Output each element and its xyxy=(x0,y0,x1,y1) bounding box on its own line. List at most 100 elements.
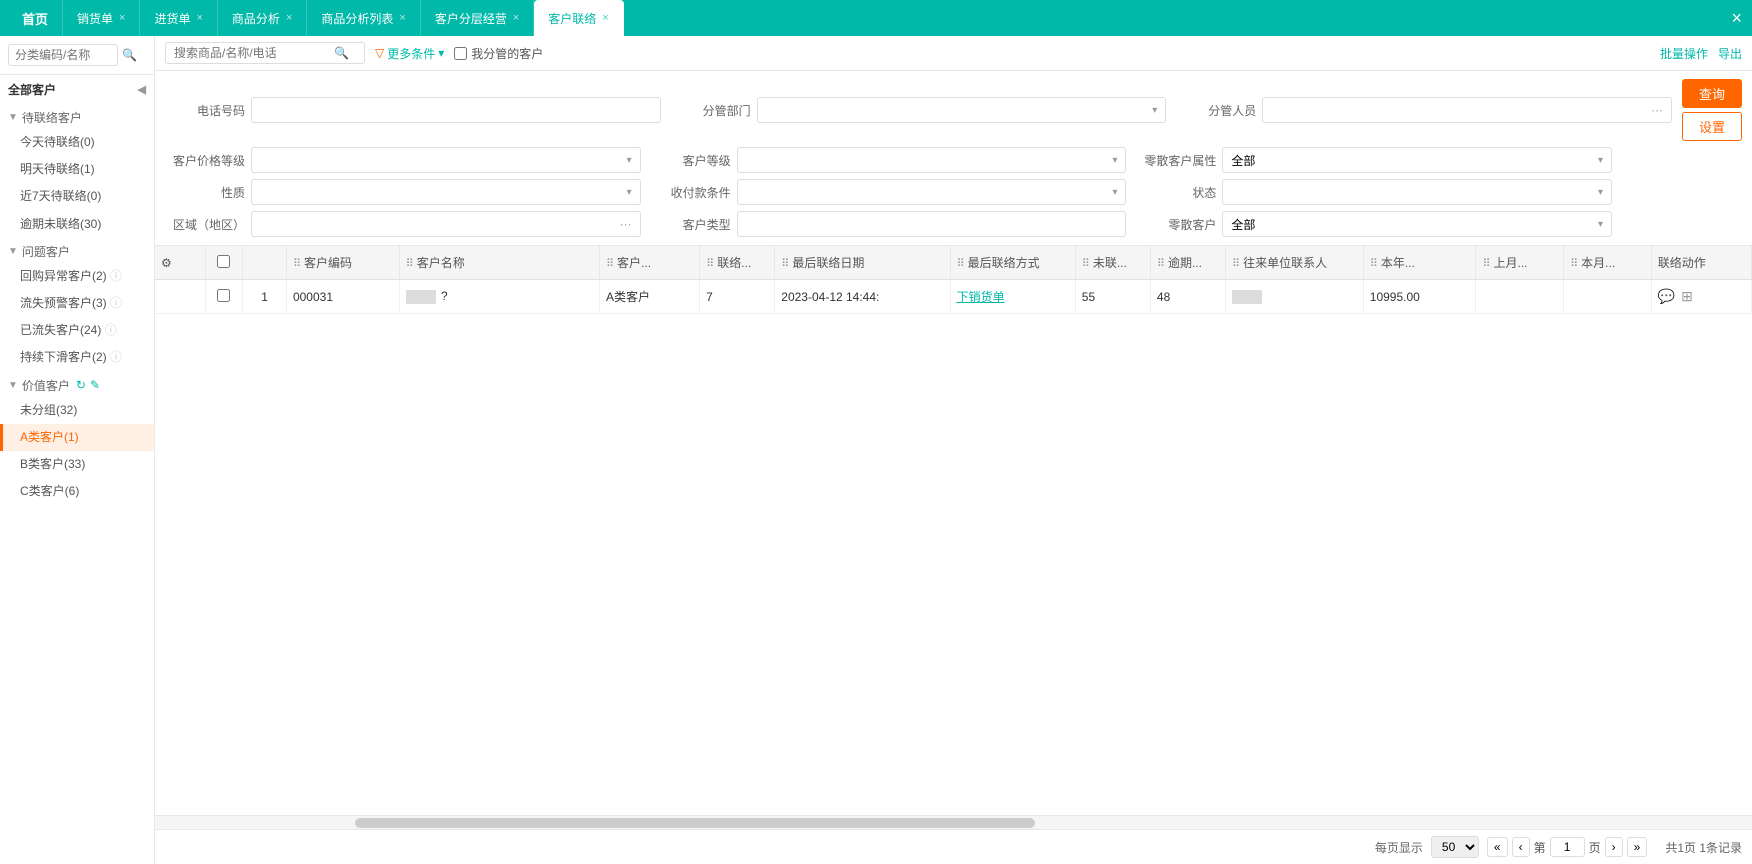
retail-attr-label: 零散客户属性 xyxy=(1136,152,1216,169)
close-icon[interactable]: × xyxy=(513,12,519,24)
sort-icon[interactable]: ⠿ xyxy=(706,258,714,270)
sort-icon[interactable]: ⠿ xyxy=(1157,258,1165,270)
settings-icon[interactable]: ⚙ xyxy=(161,256,172,270)
close-icon[interactable]: × xyxy=(602,12,608,24)
col-last-month: ⠿上月... xyxy=(1476,246,1564,280)
last-page-button[interactable]: » xyxy=(1627,837,1648,857)
my-customer-filter[interactable]: 我分管的客户 xyxy=(454,45,543,62)
sidebar-item-tomorrow[interactable]: 明天待联络(1) xyxy=(0,156,154,183)
close-icon[interactable]: × xyxy=(286,12,292,24)
customer-level-select[interactable]: ▾ xyxy=(737,147,1127,173)
sidebar-item-class-c[interactable]: C类客户(6) xyxy=(0,478,154,505)
status-select[interactable]: ▾ xyxy=(1222,179,1612,205)
retail-attr-select[interactable]: 全部 ▾ xyxy=(1222,147,1612,173)
search-icon[interactable]: 🔍 xyxy=(122,48,137,62)
sidebar-group-value[interactable]: ▼ 价值客户 ↻ ✎ xyxy=(0,372,154,397)
sort-icon[interactable]: ⠿ xyxy=(406,258,414,270)
region-select[interactable]: ··· xyxy=(251,211,641,237)
nav-tab-customer-contact[interactable]: 客户联络 × xyxy=(534,0,623,36)
sidebar-group-problem[interactable]: ▼ 问题客户 xyxy=(0,238,154,263)
next-page-button[interactable]: › xyxy=(1605,837,1623,857)
customer-level-label: 客户等级 xyxy=(651,152,731,169)
sidebar-item-overdue[interactable]: 逾期未联络(30) xyxy=(0,211,154,238)
sort-icon[interactable]: ⠿ xyxy=(781,258,789,270)
sort-icon[interactable]: ⠿ xyxy=(957,258,965,270)
collapse-icon[interactable]: ◀ xyxy=(138,83,146,96)
sidebar-item-declining[interactable]: 持续下滑客户(2) ⓘ xyxy=(0,344,154,371)
col-last-method: ⠿最后联络方式 xyxy=(950,246,1075,280)
close-all-button[interactable]: × xyxy=(1731,8,1742,29)
sort-icon[interactable]: ⠿ xyxy=(606,258,614,270)
col-no-contact: ⠿未联... xyxy=(1075,246,1150,280)
my-customer-checkbox[interactable] xyxy=(454,47,467,60)
last-method-link[interactable]: 下销货单 xyxy=(957,290,1005,304)
cell-checkbox[interactable] xyxy=(205,280,243,314)
col-name: ⠿客户名称 xyxy=(399,246,599,280)
edit-icon[interactable]: ✎ xyxy=(90,378,100,392)
sidebar-item-7days[interactable]: 近7天待联络(0) xyxy=(0,183,154,210)
customer-type-select[interactable] xyxy=(737,211,1127,237)
price-level-select[interactable]: ▾ xyxy=(251,147,641,173)
first-page-button[interactable]: « xyxy=(1487,837,1508,857)
sidebar-item-class-a[interactable]: A类客户(1) xyxy=(0,424,154,451)
nav-tab-sales[interactable]: 销货单 × xyxy=(63,0,140,36)
sidebar-item-repurchase-abnormal[interactable]: 回购异常客户(2) ⓘ xyxy=(0,263,154,290)
scroll-thumb[interactable] xyxy=(355,818,1035,828)
nav-tab-home[interactable]: 首页 xyxy=(8,0,63,36)
close-icon[interactable]: × xyxy=(119,12,125,24)
col-checkbox[interactable] xyxy=(205,246,243,280)
sort-icon[interactable]: ⠿ xyxy=(1370,258,1378,270)
settings-button[interactable]: 设置 xyxy=(1682,112,1742,141)
close-icon[interactable]: × xyxy=(196,12,202,24)
more-conditions-button[interactable]: ▽ 更多条件 ▾ xyxy=(375,45,444,62)
nav-tab-purchase[interactable]: 进货单 × xyxy=(140,0,217,36)
grid-action-icon[interactable]: ⊞ xyxy=(1681,288,1693,305)
sort-icon[interactable]: ⠿ xyxy=(1082,258,1090,270)
retail-customer-select[interactable]: 全部 ▾ xyxy=(1222,211,1612,237)
sidebar-item-churned[interactable]: 已流失客户(24) ⓘ xyxy=(0,317,154,344)
all-customers-header[interactable]: 全部客户 ◀ xyxy=(0,75,154,104)
name-text[interactable]: ? xyxy=(441,289,448,303)
nature-select[interactable]: ▾ xyxy=(251,179,641,205)
export-button[interactable]: 导出 xyxy=(1718,45,1742,62)
prev-page-button[interactable]: ‹ xyxy=(1512,837,1530,857)
sidebar-item-today[interactable]: 今天待联络(0) xyxy=(0,129,154,156)
sort-icon[interactable]: ⠿ xyxy=(1570,258,1578,270)
sidebar-group-pending[interactable]: ▼ 待联络客户 xyxy=(0,104,154,129)
refresh-icon[interactable]: ↻ xyxy=(76,378,86,392)
total-text: 共1页 1条记录 xyxy=(1665,839,1742,856)
nav-tab-product-list[interactable]: 商品分析列表 × xyxy=(307,0,420,36)
nav-tab-customer-tier[interactable]: 客户分层经营 × xyxy=(421,0,534,36)
query-button[interactable]: 查询 xyxy=(1682,79,1742,108)
page-input[interactable] xyxy=(1550,837,1585,857)
phone-input[interactable] xyxy=(251,97,661,123)
filter-dept: 分管部门 ▾ xyxy=(671,97,1167,123)
cell-current-year: 10995.00 xyxy=(1363,280,1476,314)
search-icon[interactable]: 🔍 xyxy=(334,46,349,60)
sort-icon[interactable]: ⠿ xyxy=(293,258,301,270)
all-customers-label: 全部客户 xyxy=(8,81,56,98)
per-page-select[interactable]: 50 xyxy=(1431,836,1479,858)
payment-select[interactable]: ▾ xyxy=(737,179,1127,205)
close-icon[interactable]: × xyxy=(399,12,405,24)
sidebar-search-input[interactable] xyxy=(8,44,118,66)
horizontal-scrollbar[interactable] xyxy=(155,815,1752,829)
nav-tab-product-analysis[interactable]: 商品分析 × xyxy=(218,0,307,36)
sidebar-item-churn-warning[interactable]: 流失预警客户(3) ⓘ xyxy=(0,290,154,317)
dept-select[interactable]: ▾ xyxy=(757,97,1167,123)
select-all-checkbox[interactable] xyxy=(217,255,230,268)
batch-op-button[interactable]: 批量操作 xyxy=(1660,45,1708,62)
cell-name: ? xyxy=(399,280,599,314)
sort-icon[interactable]: ⠿ xyxy=(1232,258,1240,270)
cell-last-method[interactable]: 下销货单 xyxy=(950,280,1075,314)
main-search-input[interactable] xyxy=(174,46,334,60)
manager-select[interactable]: ··· xyxy=(1262,97,1672,123)
row-checkbox[interactable] xyxy=(217,289,230,302)
per-page-label: 每页显示 xyxy=(1375,839,1423,856)
message-icon[interactable]: 💬 xyxy=(1658,288,1675,305)
sort-icon[interactable]: ⠿ xyxy=(1482,258,1490,270)
sidebar-item-class-b[interactable]: B类客户(33) xyxy=(0,451,154,478)
sidebar-item-unclassified[interactable]: 未分组(32) xyxy=(0,397,154,424)
col-settings[interactable]: ⚙ xyxy=(155,246,205,280)
filter-nature: 性质 ▾ xyxy=(165,179,641,205)
